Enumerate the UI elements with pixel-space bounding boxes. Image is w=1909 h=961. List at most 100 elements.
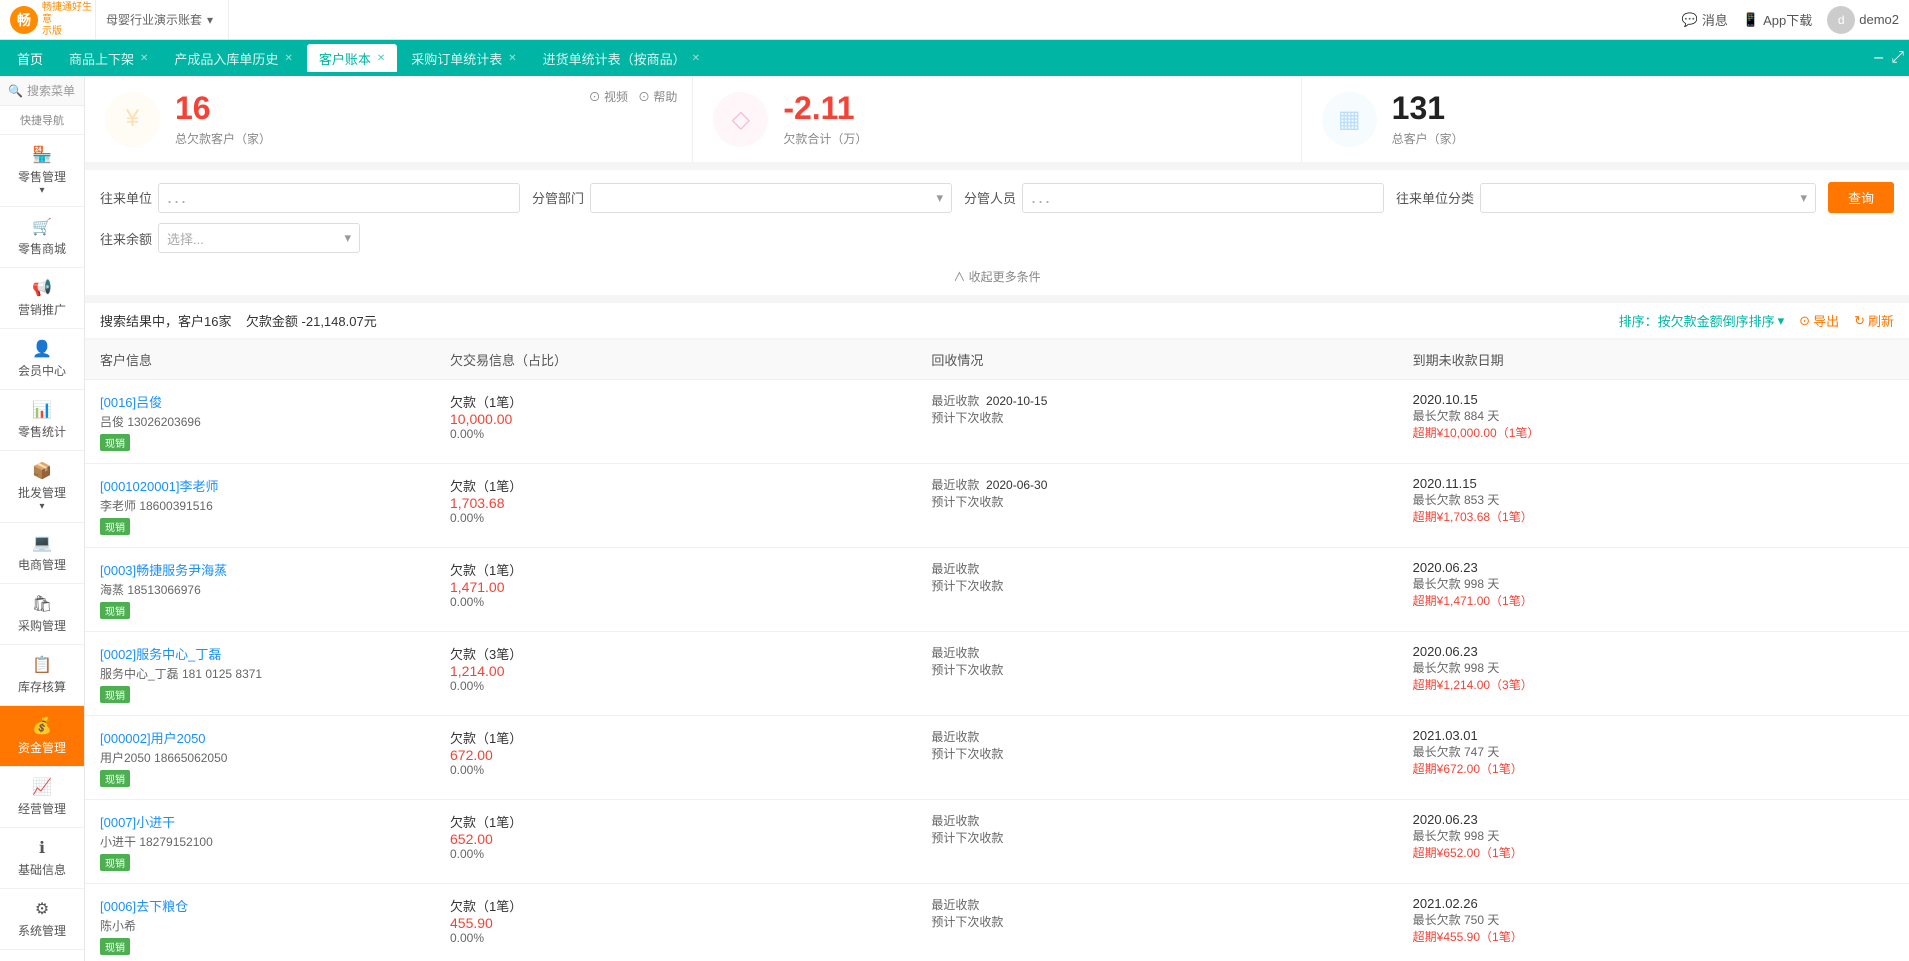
nav-tabs-actions: – ⤢	[1874, 49, 1904, 67]
sidebar-item-basic-info[interactable]: ℹ 基础信息	[0, 828, 84, 889]
customer-tag: 现销	[100, 434, 130, 451]
next-payment: 预计下次收款	[931, 829, 1412, 846]
customer-name[interactable]: [0002]服务中心_丁磊	[100, 644, 450, 663]
payment-info: 最近收款	[931, 896, 1412, 913]
customer-name[interactable]: [000002]用户2050	[100, 728, 450, 747]
payment-col: 最近收款 预计下次收款	[931, 812, 1412, 846]
sidebar-item-member[interactable]: 👤 会员中心	[0, 329, 84, 390]
manager-dots: ...	[1031, 187, 1052, 208]
tab-purchase-order[interactable]: 采购订单统计表 ✕	[399, 44, 528, 72]
search-menu[interactable]: 🔍 搜索菜单	[0, 76, 84, 106]
refresh-button[interactable]: ↻ 刷新	[1854, 311, 1894, 330]
sidebar-item-ecommerce[interactable]: 💻 电商管理	[0, 523, 84, 584]
stat-icon-total-debt: ◇	[713, 92, 768, 147]
industry-selector[interactable]: 母婴行业演示账套 ▾	[95, 0, 229, 39]
unit-category-select[interactable]: ▾	[1480, 183, 1816, 213]
search-button[interactable]: 查询	[1828, 182, 1894, 213]
tab-product-online[interactable]: 商品上下架 ✕	[57, 44, 160, 72]
stat-value-total-debt: -2.11	[783, 91, 867, 126]
logo-area: 畅 畅捷通好生意 示版	[10, 2, 95, 38]
department-select[interactable]: ▾	[590, 183, 952, 213]
close-icon[interactable]: ✕	[140, 53, 148, 64]
sidebar-item-system[interactable]: ⚙ 系统管理	[0, 889, 84, 950]
sidebar-item-retail-stats[interactable]: 📊 零售统计	[0, 390, 84, 451]
phone-icon: 📱	[1743, 12, 1759, 28]
col-header-due: 到期未收款日期	[1413, 350, 1894, 369]
origin-unit-input[interactable]: ...	[158, 183, 520, 213]
video-link[interactable]: ⊙ 视频	[589, 88, 628, 105]
export-button[interactable]: ⊙ 导出	[1799, 311, 1839, 330]
customer-name[interactable]: [0003]畅捷服务尹海蒸	[100, 560, 450, 579]
origin-unit-label: 往来单位	[100, 188, 152, 207]
close-icon[interactable]: ✕	[377, 53, 385, 64]
close-icon[interactable]: ✕	[692, 53, 700, 64]
sidebar-item-retail-mgmt[interactable]: 🏪 零售管理 ▾	[0, 135, 84, 207]
sort-button[interactable]: 排序：按欠款金额倒序排序 ▾	[1619, 311, 1785, 330]
sidebar-item-retail-mall[interactable]: 🛒 零售商城	[0, 207, 84, 268]
stat-label-debtors: 总欠款客户（家）	[175, 130, 271, 147]
department-label: 分管部门	[532, 188, 584, 207]
top-bar-right: 💬 消息 📱 App下载 d demo2	[1682, 6, 1899, 34]
overdue-text[interactable]: 超期¥455.90（1笔）	[1413, 928, 1894, 945]
overdue-text[interactable]: 超期¥652.00（1笔）	[1413, 844, 1894, 861]
sidebar-item-inventory[interactable]: 📋 库存核算	[0, 645, 84, 706]
customer-name[interactable]: [0007]小进干	[100, 812, 450, 831]
customer-name[interactable]: [0001020001]李老师	[100, 476, 450, 495]
help-link[interactable]: ⊙ 帮助	[638, 88, 677, 105]
overdue-text[interactable]: 超期¥1,471.00（1笔）	[1413, 592, 1894, 609]
sidebar-item-finance[interactable]: 💰 资金管理	[0, 706, 84, 767]
tab-purchase-stats[interactable]: 进货单统计表（按商品） ✕	[531, 44, 712, 72]
customer-tag: 现销	[100, 518, 130, 535]
message-button[interactable]: 💬 消息	[1682, 10, 1728, 29]
retail-mgmt-icon: 🏪	[32, 145, 52, 165]
customer-info-col: [0003]畅捷服务尹海蒸 海蒸 18513066976 现销	[100, 560, 450, 619]
customer-info-col: [0002]服务中心_丁磊 服务中心_丁磊 181 0125 8371 现销	[100, 644, 450, 703]
debt-amount: 455.90	[450, 915, 931, 931]
next-payment: 预计下次收款	[931, 577, 1412, 594]
app-download-button[interactable]: 📱 App下载	[1743, 10, 1812, 29]
table-row: [000002]用户2050 用户2050 18665062050 现销 欠款（…	[85, 716, 1909, 800]
tab-customer-account[interactable]: 客户账本 ✕	[307, 44, 397, 72]
stat-card-debtors: ¥ 16 总欠款客户（家） ⊙ 视频 ⊙ 帮助	[85, 76, 693, 162]
tab-home[interactable]: 首页	[5, 44, 55, 72]
sort-label: 排序：按欠款金额倒序排序	[1619, 311, 1775, 330]
sidebar-item-purchase[interactable]: 🛍 采购管理	[0, 584, 84, 645]
debt-count: 欠款（1笔）	[450, 560, 931, 579]
customer-phone: 服务中心_丁磊 181 0125 8371	[100, 665, 450, 682]
manager-input[interactable]: ...	[1022, 183, 1384, 213]
debt-info-col: 欠款（3笔） 1,214.00 0.00%	[450, 644, 931, 693]
sidebar-item-batch-mgmt[interactable]: 📦 批发管理 ▾	[0, 451, 84, 523]
overdue-text[interactable]: 超期¥1,214.00（3笔）	[1413, 676, 1894, 693]
overdue-text[interactable]: 超期¥1,703.68（1笔）	[1413, 508, 1894, 525]
debt-count: 欠款（1笔）	[450, 812, 931, 831]
payment-info: 最近收款	[931, 644, 1412, 661]
customer-phone: 小进干 18279152100	[100, 833, 450, 850]
customer-phone: 吕俊 13026203696	[100, 413, 450, 430]
stats-row: ¥ 16 总欠款客户（家） ⊙ 视频 ⊙ 帮助 ◇ -2.11 欠款合计（万） …	[85, 76, 1909, 162]
due-date: 2020.06.23	[1413, 644, 1894, 659]
collapse-button[interactable]: ∧ 收起更多条件	[100, 263, 1894, 290]
sidebar-item-quick-nav[interactable]: 快捷导航	[0, 106, 84, 135]
sidebar-item-marketing[interactable]: 📢 营销推广	[0, 268, 84, 329]
overdue-text[interactable]: 超期¥10,000.00（1笔）	[1413, 424, 1894, 441]
close-icon[interactable]: ✕	[508, 53, 516, 64]
table-row: [0001020001]李老师 李老师 18600391516 现销 欠款（1笔…	[85, 464, 1909, 548]
customer-tag: 现销	[100, 770, 130, 787]
minimize-icon[interactable]: –	[1874, 49, 1883, 67]
tab-product-history[interactable]: 产成品入库单历史 ✕	[162, 44, 304, 72]
maximize-icon[interactable]: ⤢	[1891, 49, 1904, 67]
logo-text: 畅捷通好生意 示版	[42, 2, 95, 38]
customer-name[interactable]: [0016]吕俊	[100, 392, 450, 411]
sidebar-item-operation[interactable]: 📈 经营管理	[0, 767, 84, 828]
close-icon[interactable]: ✕	[284, 53, 292, 64]
overdue-text[interactable]: 超期¥672.00（1笔）	[1413, 760, 1894, 777]
chevron-down-icon: ▾	[39, 185, 44, 196]
customer-tag: 现销	[100, 686, 130, 703]
table-row: [0006]去下粮仓 陈小希 现销 欠款（1笔） 455.90 0.00% 最近…	[85, 884, 1909, 961]
customer-name[interactable]: [0006]去下粮仓	[100, 896, 450, 915]
sidebar-item-enterprise[interactable]: 🤝 企业协同	[0, 950, 84, 961]
balance-select[interactable]: 选择... ▾	[158, 223, 360, 253]
user-avatar[interactable]: d demo2	[1827, 6, 1899, 34]
search-icon: 🔍	[8, 84, 23, 98]
ecommerce-icon: 💻	[0, 533, 84, 553]
